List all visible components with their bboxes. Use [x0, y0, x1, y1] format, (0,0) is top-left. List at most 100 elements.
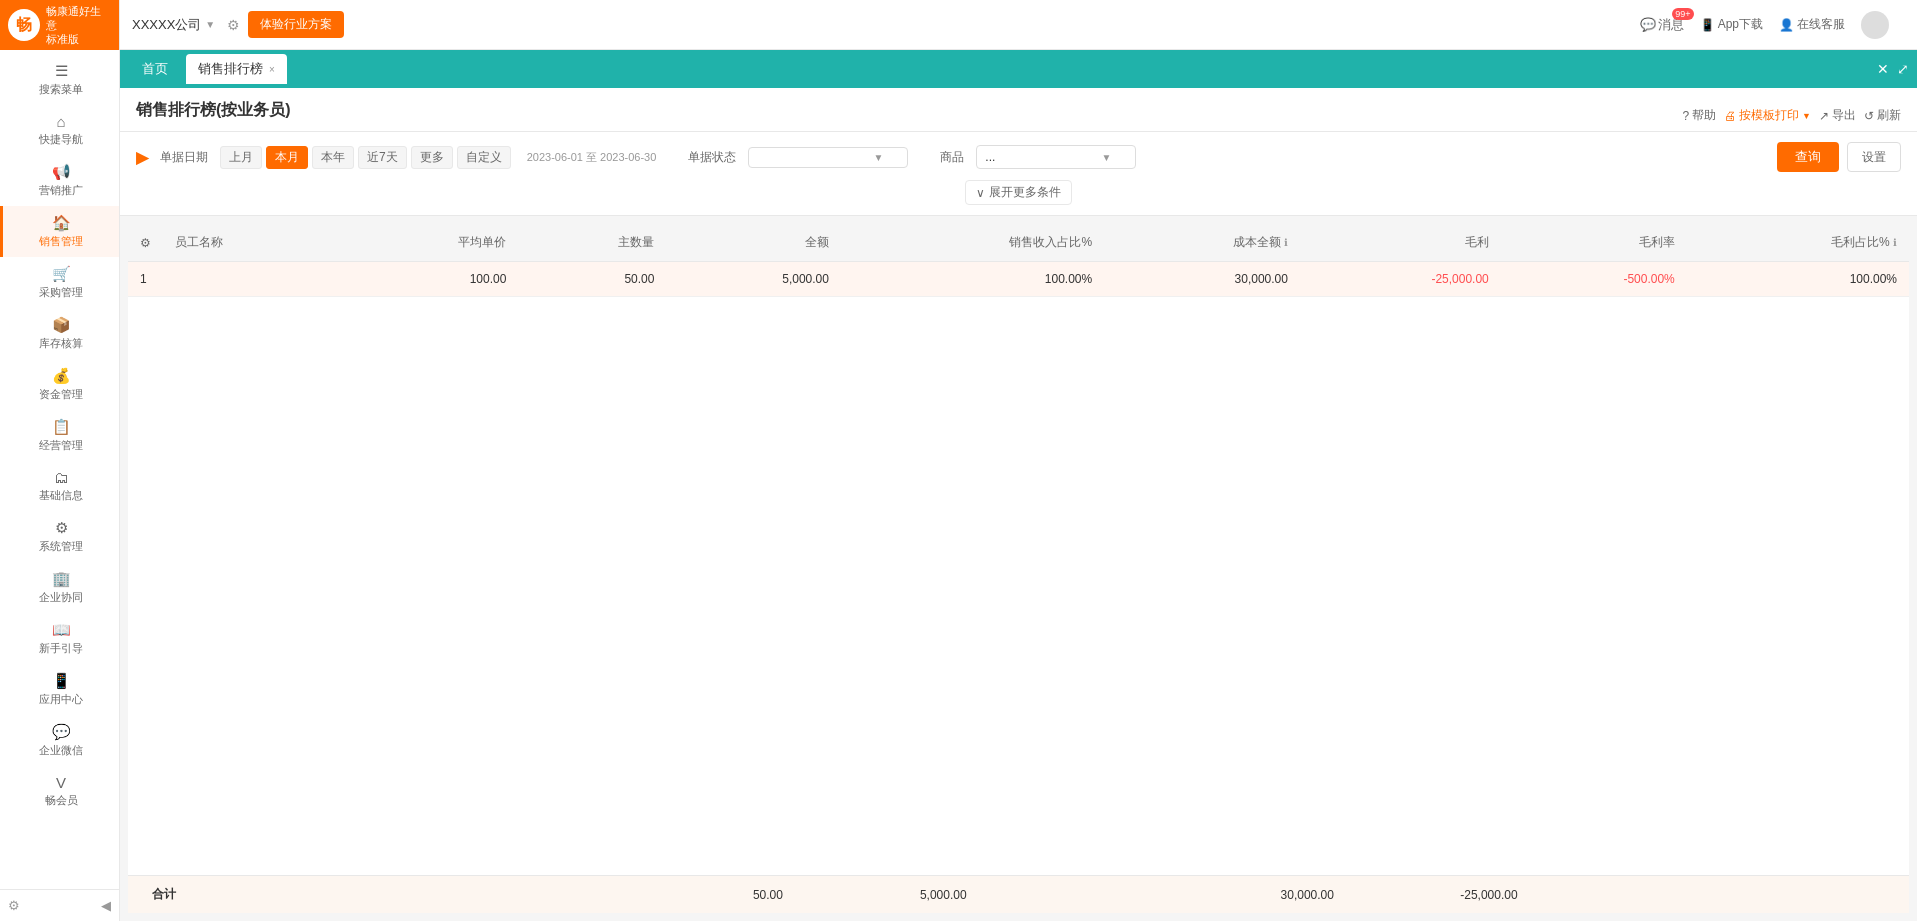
refresh-button[interactable]: ↺ 刷新: [1864, 107, 1901, 124]
data-table-wrapper: ⚙ 员工名称 平均单价 主数量 全额 销售收入占比% 成本全额 ℹ 毛利 毛利率…: [128, 224, 1909, 875]
th-amount: 全额: [666, 224, 841, 262]
sidebar-item-finance-label: 资金管理: [39, 387, 83, 402]
sidebar-item-member-label: 畅会员: [45, 793, 78, 808]
message-badge: 99+: [1672, 8, 1693, 20]
sidebar-item-system[interactable]: ⚙ 系统管理: [0, 511, 119, 562]
help-icon: ?: [1682, 109, 1689, 123]
sidebar-settings-icon[interactable]: ⚙: [8, 898, 20, 913]
th-gross: 毛利: [1300, 224, 1501, 262]
date-range: 2023-06-01 至 2023-06-30: [527, 150, 657, 165]
this-year-btn[interactable]: 本年: [312, 146, 354, 169]
goods-label: 商品: [940, 149, 964, 166]
this-month-btn[interactable]: 本月: [266, 146, 308, 169]
tab-close-icon[interactable]: ×: [269, 64, 275, 75]
service-label: 在线客服: [1797, 16, 1845, 33]
sidebar-item-member[interactable]: V 畅会员: [0, 766, 119, 816]
sidebar-collapse-icon[interactable]: ◀: [101, 898, 111, 913]
cell-quantity: 50.00: [518, 262, 666, 297]
sales-icon: 🏠: [52, 214, 71, 232]
cell-rank: 1: [128, 262, 163, 297]
sidebar-item-quicknav[interactable]: ⌂ 快捷导航: [0, 105, 119, 155]
sidebar-item-sales[interactable]: 🏠 销售管理: [0, 206, 119, 257]
company-name: XXXXX公司: [132, 16, 201, 34]
goods-select[interactable]: ... ▼: [976, 145, 1136, 169]
content-area: 销售排行榜(按业务员) ? 帮助 🖨 按模板打印 ▼ ↗ 导出 ↺ 刷新: [120, 88, 1917, 921]
system-icon: ⚙: [55, 519, 68, 537]
online-service-button[interactable]: 👤 在线客服: [1779, 16, 1845, 33]
logo-line1: 畅康通好生意: [46, 4, 111, 33]
sidebar-item-operations[interactable]: 📋 经营管理: [0, 410, 119, 461]
tabbar: 首页 销售排行榜 × ✕ ⤢: [120, 50, 1917, 88]
page-title: 销售排行榜(按业务员): [136, 100, 291, 131]
footer-label: 合计: [152, 887, 176, 901]
logo-line2: 标准版: [46, 32, 111, 46]
settings-button[interactable]: 设置: [1847, 142, 1901, 172]
custom-btn[interactable]: 自定义: [457, 146, 511, 169]
enterprise-icon: 🏢: [52, 570, 71, 588]
sidebar-item-appcenter[interactable]: 📱 应用中心: [0, 664, 119, 715]
sidebar-item-enterprise[interactable]: 🏢 企业协同: [0, 562, 119, 613]
help-button[interactable]: ? 帮助: [1682, 107, 1716, 124]
message-button[interactable]: 💬 消息 99+: [1640, 16, 1684, 34]
footer-label-cell: 合计: [140, 886, 244, 903]
status-chevron-icon: ▼: [873, 152, 883, 163]
sidebar-item-inventory-label: 库存核算: [39, 336, 83, 351]
more-btn[interactable]: 更多: [411, 146, 453, 169]
cell-cost: 30,000.00: [1104, 262, 1300, 297]
company-selector[interactable]: XXXXX公司 ▼: [132, 16, 215, 34]
sidebar-item-finance[interactable]: 💰 资金管理: [0, 359, 119, 410]
status-select[interactable]: ▼: [748, 147, 908, 168]
window-maximize-icon[interactable]: ⤢: [1897, 61, 1909, 77]
sidebar-item-search[interactable]: ☰ 搜索菜单: [0, 54, 119, 105]
filter-expand-icon[interactable]: ▶: [136, 148, 148, 167]
sidebar-item-marketing-label: 营销推广: [39, 183, 83, 198]
cost-info-icon: ℹ: [1284, 237, 1288, 248]
wechat-icon: 💬: [52, 723, 71, 741]
cell-name: [163, 262, 341, 297]
sidebar-item-wechat[interactable]: 💬 企业微信: [0, 715, 119, 766]
search-button[interactable]: 查询: [1777, 142, 1839, 172]
sidebar-item-guide[interactable]: 📖 新手引导: [0, 613, 119, 664]
message-icon: 💬: [1640, 17, 1656, 32]
finance-icon: 💰: [52, 367, 71, 385]
basicinfo-icon: 🗂: [54, 469, 69, 486]
sidebar-item-purchase[interactable]: 🛒 采购管理: [0, 257, 119, 308]
cell-amount: 5,000.00: [666, 262, 841, 297]
help-label: 帮助: [1692, 107, 1716, 124]
th-settings[interactable]: ⚙: [128, 224, 163, 262]
expand-conditions-button[interactable]: ∨ 展开更多条件: [965, 180, 1072, 205]
sidebar-item-inventory[interactable]: 📦 库存核算: [0, 308, 119, 359]
member-icon: V: [56, 774, 66, 791]
prev-month-btn[interactable]: 上月: [220, 146, 262, 169]
sidebar-item-marketing[interactable]: 📢 营销推广: [0, 155, 119, 206]
app-download-button[interactable]: 📱 App下载: [1700, 16, 1763, 33]
recent7-btn[interactable]: 近7天: [358, 146, 407, 169]
search-menu-icon: ☰: [55, 62, 68, 80]
window-close-icon[interactable]: ✕: [1877, 61, 1889, 77]
table-footer: 合计 50.00 5,000.00 30,000.00 -25,000.00: [128, 875, 1909, 913]
tab-home[interactable]: 首页: [128, 54, 182, 84]
cell-gross-rate: -500.00%: [1501, 262, 1687, 297]
th-sales-pct: 销售收入占比%: [841, 224, 1104, 262]
filter-area: ▶ 单据日期 上月 本月 本年 近7天 更多 自定义 2023-06-01 至 …: [120, 132, 1917, 216]
filter-right-btns: 查询 设置: [1777, 142, 1901, 172]
refresh-label: 刷新: [1877, 107, 1901, 124]
export-icon: ↗: [1819, 109, 1829, 123]
tab-sales-ranking[interactable]: 销售排行榜 ×: [186, 54, 287, 84]
status-label: 单据状态: [688, 149, 736, 166]
avatar[interactable]: [1861, 11, 1889, 39]
gear-icon[interactable]: ⚙: [227, 17, 240, 33]
trial-button[interactable]: 体验行业方案: [248, 11, 344, 38]
sidebar-item-basicinfo[interactable]: 🗂 基础信息: [0, 461, 119, 511]
sidebar-bottom: ⚙ ◀: [0, 889, 119, 921]
th-name: 员工名称: [163, 224, 341, 262]
chevron-down-icon: ▼: [205, 19, 215, 30]
print-button[interactable]: 🖨 按模板打印 ▼: [1724, 107, 1811, 124]
footer-gross-cell: -25,000.00: [1346, 888, 1530, 902]
tab-sales-ranking-label: 销售排行榜: [198, 60, 263, 78]
sidebar-item-wechat-label: 企业微信: [39, 743, 83, 758]
goods-chevron-icon: ▼: [1101, 152, 1111, 163]
footer-amount-cell: 5,000.00: [795, 888, 979, 902]
export-button[interactable]: ↗ 导出: [1819, 107, 1856, 124]
th-cost: 成本全额 ℹ: [1104, 224, 1300, 262]
